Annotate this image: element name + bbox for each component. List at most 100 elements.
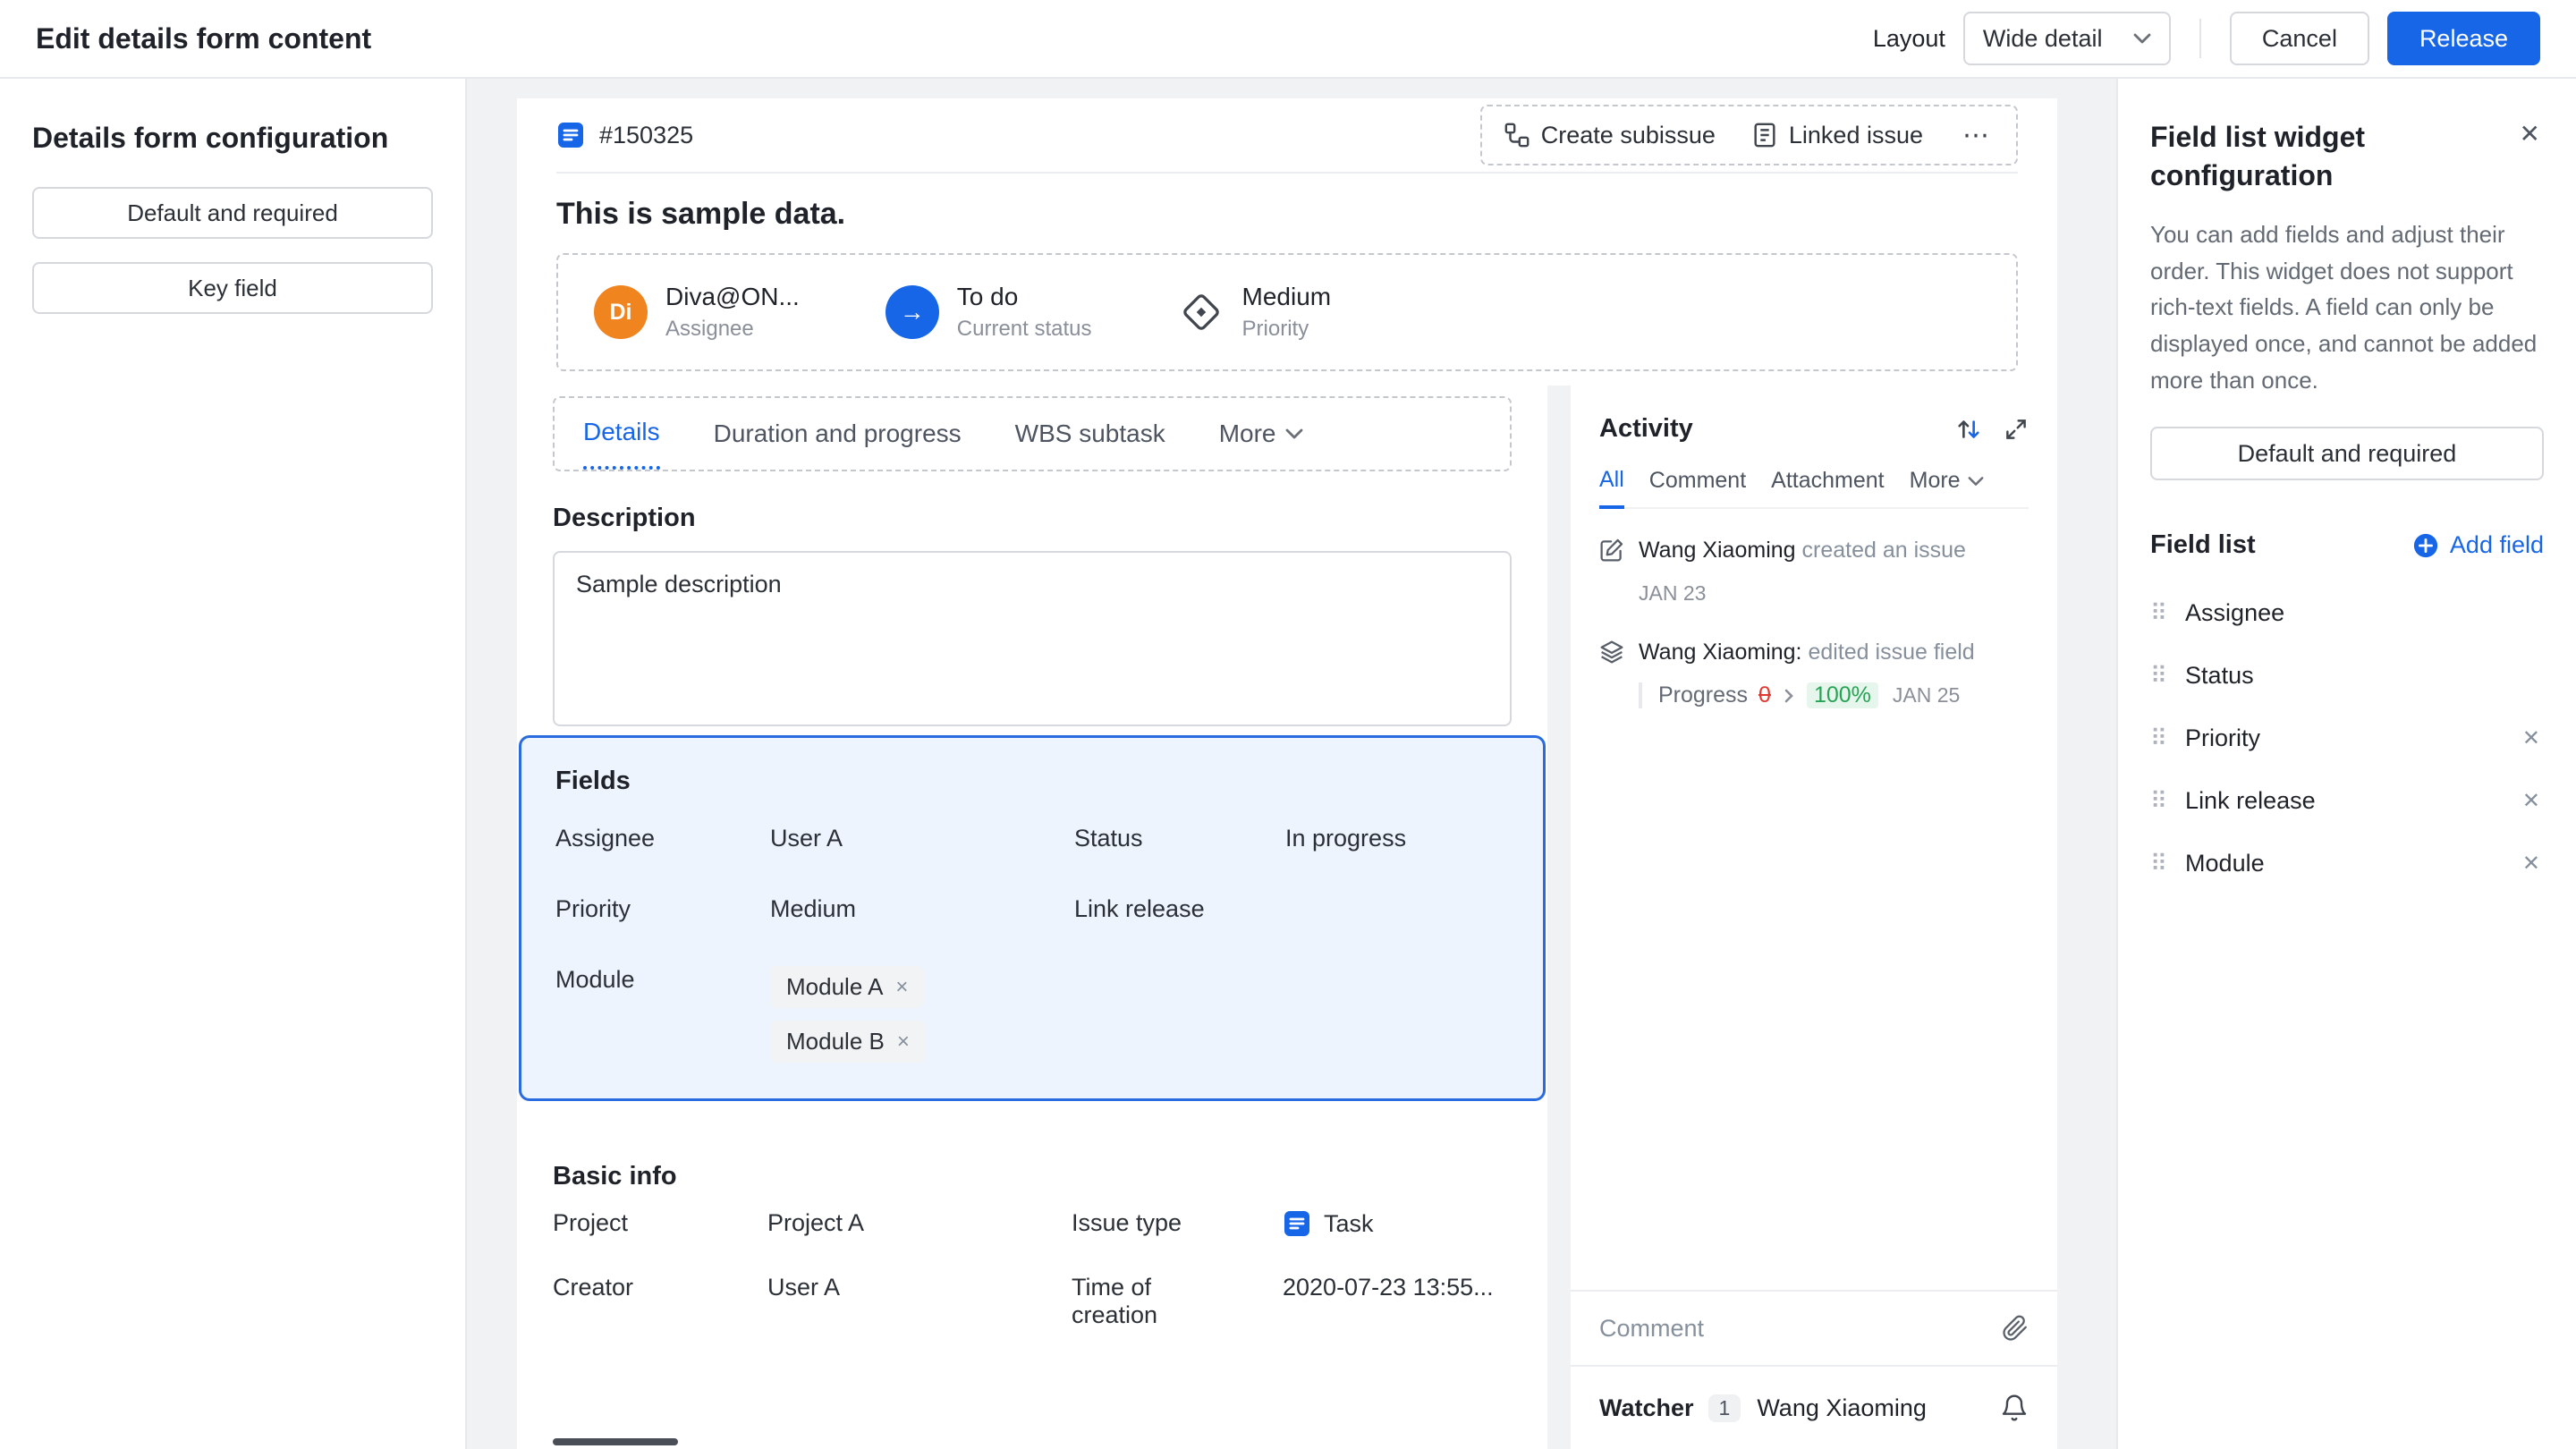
key-field-button[interactable]: Key field: [32, 262, 433, 314]
field-list-item-module[interactable]: ⠿ Module ✕: [2150, 832, 2544, 894]
bell-icon[interactable]: [2000, 1394, 2029, 1422]
description-input[interactable]: Sample description: [553, 551, 1512, 726]
chevron-right-icon: [1782, 689, 1796, 703]
field-list-item-priority[interactable]: ⠿ Priority ✕: [2150, 707, 2544, 769]
tab-more[interactable]: More: [1219, 398, 1303, 470]
field-list-item-status[interactable]: ⠿ Status: [2150, 644, 2544, 707]
quick-fields-widget[interactable]: Di Diva@ON... Assignee → To do Current s…: [556, 253, 2018, 371]
field-list-item-link-release[interactable]: ⠿ Link release ✕: [2150, 769, 2544, 832]
layout-select-value: Wide detail: [1983, 25, 2103, 53]
release-button[interactable]: Release: [2387, 12, 2540, 65]
sort-icon[interactable]: [1955, 416, 1982, 443]
field-list-item-assignee[interactable]: ⠿ Assignee: [2150, 581, 2544, 644]
issue-id: #150325: [599, 122, 693, 149]
layout-select[interactable]: Wide detail: [1963, 12, 2171, 65]
edit-icon: [1599, 538, 1624, 563]
fields-section-title: Fields: [555, 767, 1507, 796]
status-icon: →: [886, 285, 939, 339]
priority-field[interactable]: Medium Priority: [1178, 283, 1332, 342]
field-label: Assignee: [555, 825, 770, 852]
add-field-button[interactable]: Add field: [2412, 531, 2544, 559]
activity-title: Activity: [1599, 414, 1693, 444]
basic-info-title: Basic info: [553, 1162, 1512, 1191]
fields-grid: Assignee User A Status In progress Prior…: [555, 825, 1507, 1063]
status-field[interactable]: → To do Current status: [886, 283, 1092, 342]
issue-tabs-widget: Details Duration and progress WBS subtas…: [553, 396, 1512, 471]
activity-item: Wang Xiaoming created an issue JAN 23: [1599, 536, 2029, 606]
activity-header: Activity: [1571, 386, 2057, 444]
remove-tag-icon[interactable]: ×: [895, 975, 908, 1000]
remove-tag-icon[interactable]: ×: [897, 1030, 910, 1055]
more-actions-icon[interactable]: ⋯: [1959, 120, 1995, 151]
linked-issue-icon: [1751, 122, 1778, 148]
priority-icon: [1178, 289, 1224, 335]
remove-field-icon[interactable]: ✕: [2519, 847, 2544, 880]
issue-detail-card: #150325 Create subissue Linked issue ⋯: [517, 98, 2057, 1449]
status-value: To do: [957, 283, 1092, 311]
remove-field-icon[interactable]: ✕: [2519, 784, 2544, 818]
field-value: Project A: [767, 1209, 1072, 1237]
detail-left-column: Details Duration and progress WBS subtas…: [517, 386, 1547, 1449]
field-label: Priority: [555, 895, 770, 923]
drag-handle-icon[interactable]: ⠿: [2150, 724, 2167, 752]
field-list: ⠿ Assignee ⠿ Status ⠿ Priority ✕ ⠿ Link …: [2150, 581, 2544, 894]
new-value: 100%: [1807, 682, 1878, 708]
tab-details[interactable]: Details: [583, 398, 660, 470]
field-label: Status: [1074, 825, 1285, 852]
plus-circle-icon: [2412, 532, 2439, 559]
activity-tab-attachment[interactable]: Attachment: [1771, 467, 1884, 507]
activity-item: Wang Xiaoming: edited issue field Progre…: [1599, 638, 2029, 709]
drag-handle-icon[interactable]: ⠿: [2150, 599, 2167, 627]
activity-date: JAN 23: [1639, 581, 2029, 606]
field-list-widget-config-panel: Field list widget configuration ✕ You ca…: [2118, 79, 2576, 1449]
cancel-button[interactable]: Cancel: [2230, 12, 2369, 65]
priority-value: Medium: [1242, 283, 1332, 311]
expand-icon[interactable]: [2004, 417, 2029, 442]
activity-actor: Wang Xiaoming: [1639, 538, 1796, 563]
assignee-field[interactable]: Di Diva@ON... Assignee: [594, 283, 800, 342]
activity-tab-all[interactable]: All: [1599, 467, 1624, 509]
drag-handle-icon[interactable]: ⠿: [2150, 662, 2167, 690]
attachment-icon[interactable]: [2002, 1315, 2029, 1342]
horizontal-scrollbar[interactable]: [553, 1438, 678, 1445]
field-value: Medium: [770, 895, 1074, 923]
subissue-icon: [1504, 122, 1530, 148]
activity-change-detail: Progress 0 100% JAN 25: [1639, 682, 2029, 708]
module-tag[interactable]: Module A×: [770, 966, 924, 1008]
field-value: 2020-07-23 13:55...: [1283, 1274, 1512, 1301]
module-tag[interactable]: Module B×: [770, 1021, 926, 1063]
issue-header-row: #150325 Create subissue Linked issue ⋯: [556, 98, 2018, 174]
assignee-label: Assignee: [665, 317, 800, 342]
create-subissue-button[interactable]: Create subissue: [1504, 122, 1716, 149]
comment-input[interactable]: Comment: [1599, 1315, 2002, 1343]
close-icon[interactable]: ✕: [2516, 118, 2544, 150]
watcher-label: Watcher: [1599, 1394, 1694, 1422]
page-title: Edit details form content: [36, 22, 371, 55]
fields-widget-selected[interactable]: Fields Assignee User A Status In progres…: [519, 735, 1546, 1101]
basic-info-grid: Project Project A Issue type Task Creato…: [553, 1209, 1512, 1329]
drag-handle-icon[interactable]: ⠿: [2150, 787, 2167, 815]
detail-columns: Details Duration and progress WBS subtas…: [517, 386, 2057, 1449]
default-and-required-button[interactable]: Default and required: [2150, 427, 2544, 480]
activity-tab-more[interactable]: More: [1910, 467, 1984, 507]
linked-issue-button[interactable]: Linked issue: [1751, 122, 1923, 149]
tab-duration-and-progress[interactable]: Duration and progress: [714, 398, 962, 470]
layout-label: Layout: [1873, 25, 1945, 53]
field-value: User A: [770, 825, 1074, 852]
activity-tab-comment[interactable]: Comment: [1649, 467, 1746, 507]
activity-tabs: All Comment Attachment More: [1599, 467, 2029, 509]
remove-field-icon[interactable]: ✕: [2519, 722, 2544, 755]
drag-handle-icon[interactable]: ⠿: [2150, 850, 2167, 877]
widget-config-description: You can add fields and adjust their orde…: [2150, 216, 2544, 398]
field-label: Module: [555, 966, 770, 994]
config-panel-title: Details form configuration: [32, 122, 433, 155]
field-label: Creator: [553, 1274, 767, 1301]
default-and-required-button[interactable]: Default and required: [32, 187, 433, 239]
chevron-down-icon: [1968, 476, 1984, 487]
activity-action: created an issue: [1802, 538, 1966, 563]
field-label: Time of creation: [1072, 1274, 1283, 1329]
watcher-count-badge: 1: [1708, 1394, 1741, 1422]
chevron-down-icon: [1285, 428, 1303, 439]
layers-icon: [1599, 640, 1624, 665]
tab-wbs-subtask[interactable]: WBS subtask: [1015, 398, 1165, 470]
